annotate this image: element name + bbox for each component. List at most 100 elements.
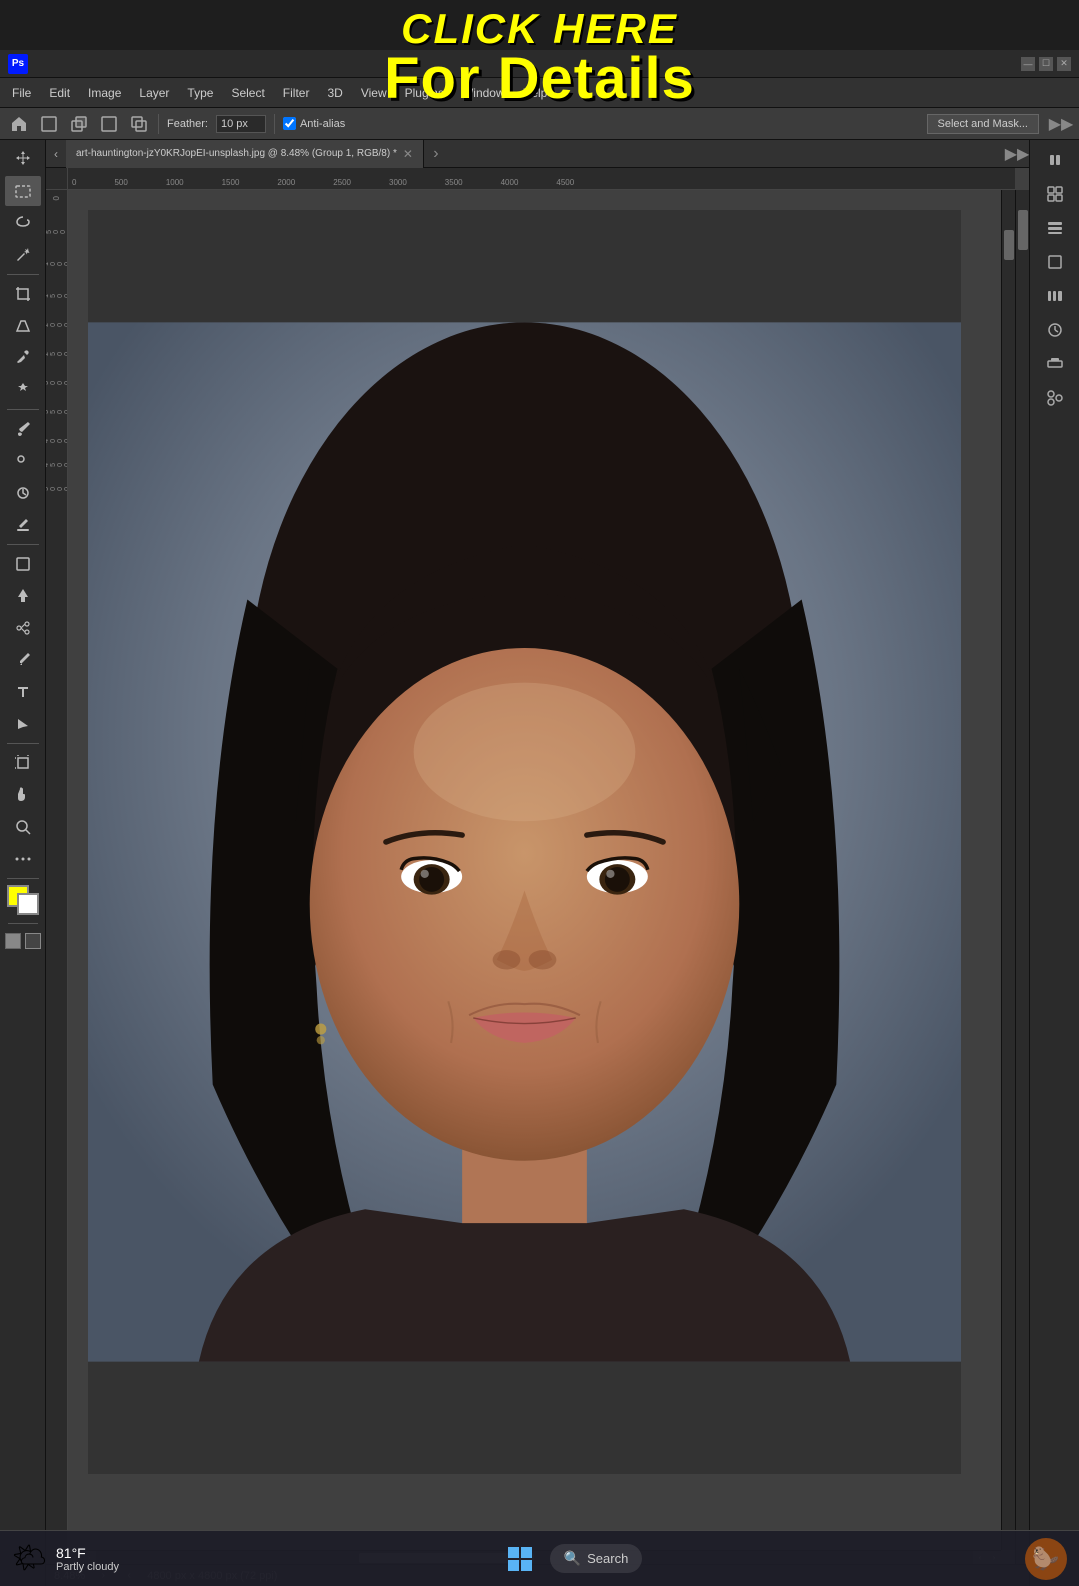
ruler-h-3000: 3000 bbox=[389, 178, 407, 187]
photoshop-window: Ps — ☐ ✕ File Edit Image Layer Type Sele… bbox=[0, 50, 1079, 1586]
tool-neural[interactable] bbox=[5, 613, 41, 643]
scrollbar-thumb-v[interactable] bbox=[1004, 230, 1014, 260]
ruler-top-row: 0 500 1000 1500 2000 2500 3000 3500 4000… bbox=[46, 168, 1029, 190]
left-toolbar bbox=[0, 140, 46, 1586]
tool-sep-3 bbox=[7, 544, 39, 545]
right-panel-collapse[interactable] bbox=[1037, 144, 1073, 176]
tool-move[interactable] bbox=[5, 144, 41, 174]
active-tab[interactable]: art-hauntington-jzY0KRJopEI-unsplash.jpg… bbox=[66, 140, 424, 168]
taskbar-animal-icon: 🦫 bbox=[1025, 1538, 1067, 1580]
tool-path-select[interactable] bbox=[5, 709, 41, 739]
mask-mode-btn[interactable] bbox=[25, 933, 41, 949]
windows-taskbar: 🌤 81°F Partly cloudy 🔍 Search 🦫 bbox=[0, 1530, 1079, 1586]
tool-marquee[interactable] bbox=[5, 176, 41, 206]
weather-icon: 🌤 bbox=[12, 1541, 48, 1577]
right-panel bbox=[1029, 140, 1079, 1586]
tool-heal[interactable] bbox=[5, 375, 41, 405]
background-color[interactable] bbox=[17, 893, 39, 915]
tool-eraser[interactable] bbox=[5, 510, 41, 540]
color-swatches[interactable] bbox=[5, 883, 41, 917]
options-separator-2 bbox=[274, 114, 275, 134]
click-here-text: CLICK HERE bbox=[0, 8, 1079, 50]
start-button[interactable] bbox=[502, 1541, 538, 1577]
right-panel-btn-5[interactable] bbox=[1037, 314, 1073, 346]
panel-toggle-icon[interactable]: ▶▶ bbox=[1051, 114, 1071, 134]
ruler-h-2000: 2000 bbox=[277, 178, 295, 187]
for-details-text: For Details bbox=[0, 50, 1079, 108]
tool-sep-2 bbox=[7, 409, 39, 410]
ruler-h-4000: 4000 bbox=[501, 178, 519, 187]
options-separator-1 bbox=[158, 114, 159, 134]
tool-sep-5 bbox=[7, 878, 39, 879]
weather-text: 81°F Partly cloudy bbox=[56, 1545, 119, 1573]
horizontal-ruler: 0 500 1000 1500 2000 2500 3000 3500 4000… bbox=[68, 168, 1015, 190]
tool-text[interactable] bbox=[5, 677, 41, 707]
tool-sep-4 bbox=[7, 743, 39, 744]
canvas-content[interactable]: ‹ › ‹ › bbox=[68, 190, 1015, 1564]
right-panel-btn-6[interactable] bbox=[1037, 348, 1073, 380]
tool-lasso[interactable] bbox=[5, 208, 41, 238]
right-panel-btn-7[interactable] bbox=[1037, 382, 1073, 414]
new-selection-icon[interactable] bbox=[38, 113, 60, 135]
image-canvas[interactable] bbox=[88, 210, 961, 1474]
ruler-h-3500: 3500 bbox=[445, 178, 463, 187]
home-icon[interactable] bbox=[8, 113, 30, 135]
tool-sep-1 bbox=[7, 274, 39, 275]
right-panel-btn-3[interactable] bbox=[1037, 246, 1073, 278]
feather-input[interactable] bbox=[216, 115, 266, 133]
antialias-check[interactable] bbox=[283, 117, 296, 130]
tool-clone[interactable] bbox=[5, 446, 41, 476]
tool-artboard[interactable] bbox=[5, 748, 41, 778]
tool-more[interactable] bbox=[5, 844, 41, 874]
right-panel-btn-1[interactable] bbox=[1037, 178, 1073, 210]
right-scrollbar-thumb[interactable] bbox=[1018, 210, 1028, 250]
tool-crop[interactable] bbox=[5, 279, 41, 309]
tool-shape[interactable] bbox=[5, 549, 41, 579]
vertical-scrollbar[interactable] bbox=[1001, 190, 1015, 1550]
tool-hand[interactable] bbox=[5, 780, 41, 810]
tab-expand-button[interactable]: › bbox=[424, 140, 448, 168]
tool-perspective[interactable] bbox=[5, 311, 41, 341]
tab-bar: ‹ art-hauntington-jzY0KRJopEI-unsplash.j… bbox=[46, 140, 1029, 168]
tab-scroll-left[interactable]: ‹ bbox=[46, 140, 66, 168]
arrange-docs-button[interactable]: ▶▶ bbox=[1005, 140, 1029, 168]
tab-filename: art-hauntington-jzY0KRJopEI-unsplash.jpg… bbox=[76, 148, 397, 159]
search-text: Search bbox=[587, 1551, 628, 1566]
tool-fill[interactable] bbox=[5, 581, 41, 611]
tool-eyedropper[interactable] bbox=[5, 343, 41, 373]
weather-condition: Partly cloudy bbox=[56, 1561, 119, 1573]
ruler-h-1500: 1500 bbox=[222, 178, 240, 187]
tool-magic-wand[interactable] bbox=[5, 240, 41, 270]
ruler-corner bbox=[46, 168, 68, 190]
antialias-checkbox[interactable]: Anti-alias bbox=[283, 117, 345, 130]
feather-label: Feather: bbox=[167, 118, 208, 130]
tool-separator-bottom bbox=[8, 923, 38, 927]
taskbar-search[interactable]: 🔍 Search bbox=[550, 1544, 643, 1573]
select-and-mask-button[interactable]: Select and Mask... bbox=[927, 114, 1040, 134]
tab-close-button[interactable]: ✕ bbox=[403, 147, 413, 161]
ruler-h-2500: 2500 bbox=[333, 178, 351, 187]
ruler-h-4500: 4500 bbox=[556, 178, 574, 187]
antialias-label: Anti-alias bbox=[300, 118, 345, 130]
right-panel-btn-4[interactable] bbox=[1037, 280, 1073, 312]
intersect-selection-icon[interactable] bbox=[128, 113, 150, 135]
click-banner: CLICK HERE For Details bbox=[0, 0, 1079, 112]
right-panel-btn-2[interactable] bbox=[1037, 212, 1073, 244]
portrait-svg bbox=[88, 210, 961, 1474]
tool-history-brush[interactable] bbox=[5, 478, 41, 508]
tool-pen[interactable] bbox=[5, 645, 41, 675]
add-selection-icon[interactable] bbox=[68, 113, 90, 135]
canvas-area: ‹ art-hauntington-jzY0KRJopEI-unsplash.j… bbox=[46, 140, 1029, 1586]
ruler-corner-right bbox=[1015, 168, 1029, 190]
normal-mode-btn[interactable] bbox=[5, 933, 21, 949]
tool-brush[interactable] bbox=[5, 414, 41, 444]
canvas-viewport: 0 500 1000 1500 2000 2500 3000 3500 4000… bbox=[46, 168, 1029, 1586]
main-area: ‹ art-hauntington-jzY0KRJopEI-unsplash.j… bbox=[0, 140, 1079, 1586]
temperature: 81°F bbox=[56, 1545, 119, 1561]
tool-zoom[interactable] bbox=[5, 812, 41, 842]
subtract-selection-icon[interactable] bbox=[98, 113, 120, 135]
ruler-h-500: 500 bbox=[114, 178, 127, 187]
vertical-ruler: 0 500 1000 1500 2000 2500 3000 3500 4000… bbox=[46, 190, 68, 1564]
weather-widget: 🌤 81°F Partly cloudy bbox=[12, 1541, 119, 1577]
search-icon: 🔍 bbox=[564, 1550, 581, 1567]
